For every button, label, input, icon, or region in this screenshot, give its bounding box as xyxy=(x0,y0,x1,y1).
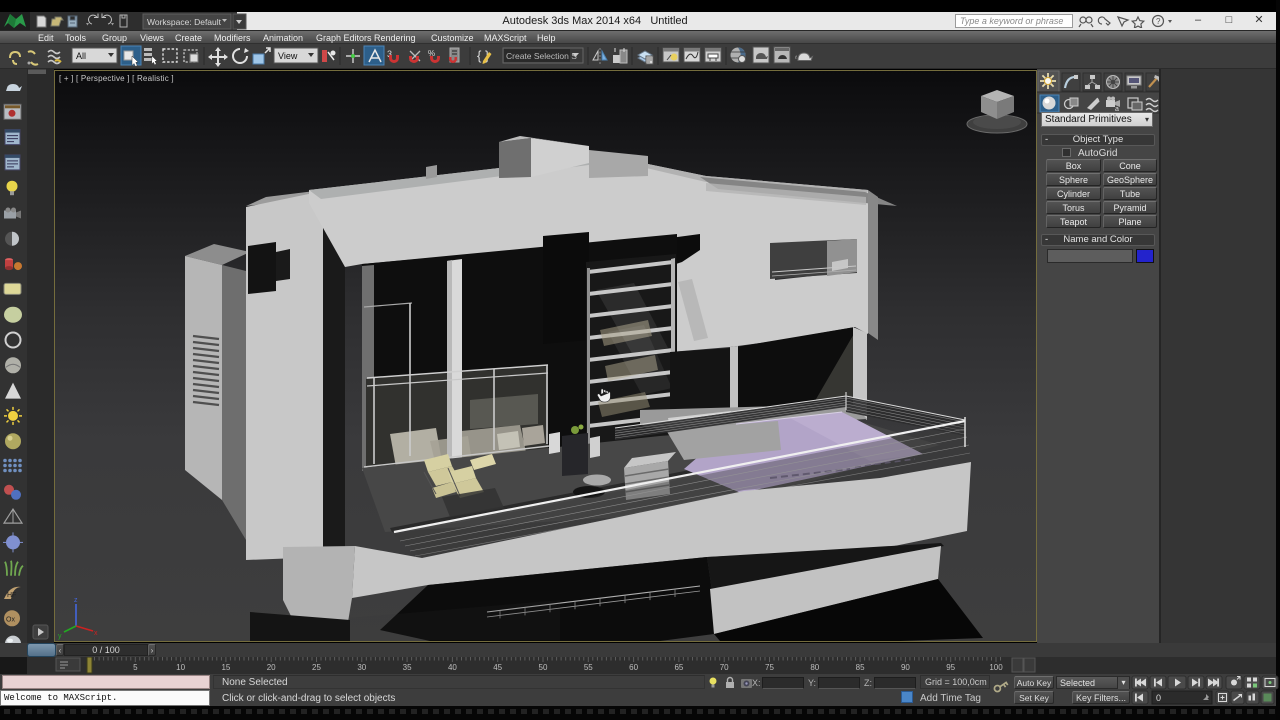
svg-text:10: 10 xyxy=(176,663,185,672)
svg-text:y: y xyxy=(58,633,62,640)
svg-text:z: z xyxy=(74,597,78,604)
svg-text:100: 100 xyxy=(989,663,1003,672)
svg-text:30: 30 xyxy=(357,663,366,672)
svg-text:HF: HF xyxy=(7,592,16,599)
svg-text:50: 50 xyxy=(539,663,548,672)
svg-text:35: 35 xyxy=(403,663,412,672)
svg-text:70: 70 xyxy=(720,663,729,672)
svg-text:?: ? xyxy=(1156,17,1161,26)
svg-text:15: 15 xyxy=(221,663,230,672)
svg-text:All: All xyxy=(76,51,86,61)
svg-text:95: 95 xyxy=(946,663,955,672)
svg-text:40: 40 xyxy=(448,663,457,672)
svg-text:Ox: Ox xyxy=(6,616,15,623)
svg-text:20: 20 xyxy=(267,663,276,672)
svg-text:90: 90 xyxy=(901,663,910,672)
svg-text:85: 85 xyxy=(856,663,865,672)
svg-text:80: 80 xyxy=(810,663,819,672)
svg-text:5: 5 xyxy=(133,663,138,672)
svg-text:45: 45 xyxy=(493,663,502,672)
svg-text:60: 60 xyxy=(629,663,638,672)
svg-text:75: 75 xyxy=(765,663,774,672)
svg-text:0: 0 xyxy=(1156,693,1161,703)
svg-text:x: x xyxy=(94,630,98,637)
svg-text:Workspace: Default: Workspace: Default xyxy=(147,17,222,27)
svg-text:65: 65 xyxy=(674,663,683,672)
svg-text:25: 25 xyxy=(312,663,321,672)
svg-text:Create Selection S: Create Selection S xyxy=(506,51,577,61)
svg-text:View: View xyxy=(278,51,298,61)
svg-text:55: 55 xyxy=(584,663,593,672)
